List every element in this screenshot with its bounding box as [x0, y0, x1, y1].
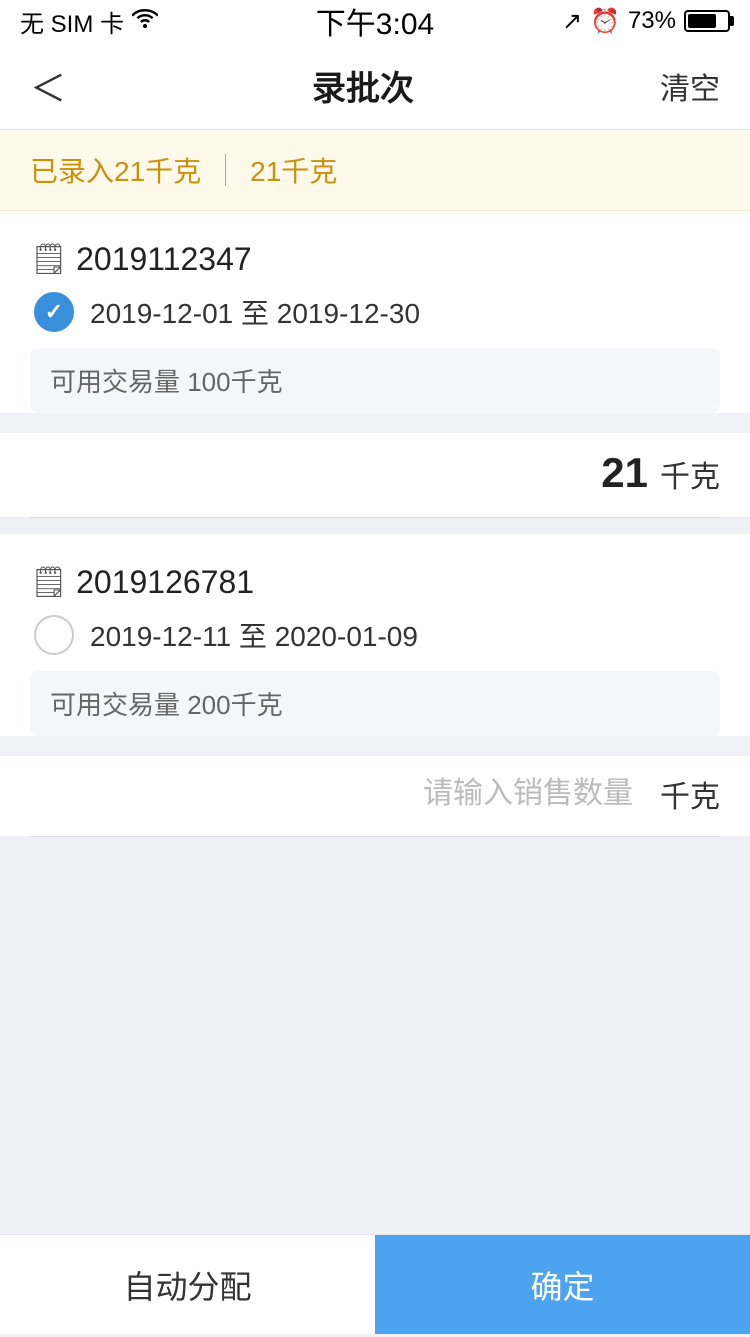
nav-bar: ＜ 录批次 清空: [0, 42, 750, 130]
location-icon: ↗: [562, 7, 582, 36]
back-button[interactable]: ＜: [30, 60, 66, 112]
confirm-button[interactable]: 确定: [375, 1235, 750, 1334]
status-right: ↗ ⏰ 73%: [562, 7, 730, 36]
battery-icon: [684, 10, 730, 32]
summary-banner: 已录入21千克 21千克: [0, 130, 750, 211]
section-gap: [0, 518, 750, 534]
batch-date-1: 2019-12-01 至 2019-12-30: [90, 292, 420, 332]
radio-btn-1[interactable]: ✓: [34, 292, 74, 332]
main-content: 已录入21千克 21千克 🗒 2019112347 ✓ 2019-12-01 至…: [0, 130, 750, 1337]
total-label: 21千克: [250, 150, 337, 190]
amount-unit-1: 千克: [660, 452, 720, 496]
input-row-2[interactable]: 千克: [0, 756, 750, 836]
batch-id-row-1: 🗒 2019112347: [30, 241, 720, 278]
batch-item-1: 🗒 2019112347 ✓ 2019-12-01 至 2019-12-30 可…: [0, 211, 750, 413]
recorded-label: 已录入21千克: [30, 150, 201, 190]
qty-input-2[interactable]: [348, 777, 648, 811]
batch-item-2: 🗒 2019126781 2019-12-11 至 2020-01-09 可用交…: [0, 534, 750, 736]
amount-row-1: 21 千克: [0, 433, 750, 517]
batch-date-row-2[interactable]: 2019-12-11 至 2020-01-09: [30, 615, 720, 655]
batch-doc-icon-1: 🗒: [30, 242, 68, 277]
available-qty-2: 可用交易量 200千克: [30, 671, 720, 736]
batch-doc-icon-2: 🗒: [30, 565, 68, 600]
checkmark-1: ✓: [45, 299, 63, 325]
status-left: 无 SIM 卡: [20, 4, 158, 39]
available-qty-1: 可用交易量 100千克: [30, 348, 720, 413]
batch-id-1: 2019112347: [76, 241, 252, 278]
alarm-icon: ⏰: [590, 7, 620, 36]
auto-distribute-button[interactable]: 自动分配: [0, 1235, 375, 1334]
batch-id-2: 2019126781: [76, 564, 254, 601]
summary-divider: [225, 154, 226, 186]
wifi-icon: [132, 7, 158, 35]
radio-btn-2[interactable]: [34, 615, 74, 655]
status-time: 下午3:04: [316, 0, 434, 43]
input-unit-2: 千克: [660, 772, 720, 816]
batch-date-row-1[interactable]: ✓ 2019-12-01 至 2019-12-30: [30, 292, 720, 332]
clear-button[interactable]: 清空: [660, 64, 720, 108]
batch-id-row-2: 🗒 2019126781: [30, 564, 720, 601]
carrier-label: 无 SIM 卡: [20, 4, 124, 39]
status-bar: 无 SIM 卡 下午3:04 ↗ ⏰ 73%: [0, 0, 750, 42]
page-title: 录批次: [312, 61, 414, 110]
battery-percent: 73%: [628, 7, 676, 35]
batch-date-2: 2019-12-11 至 2020-01-09: [90, 615, 418, 655]
empty-area: [0, 837, 750, 1237]
amount-value-1: 21: [601, 449, 648, 497]
bottom-bar: 自动分配 确定: [0, 1234, 750, 1334]
